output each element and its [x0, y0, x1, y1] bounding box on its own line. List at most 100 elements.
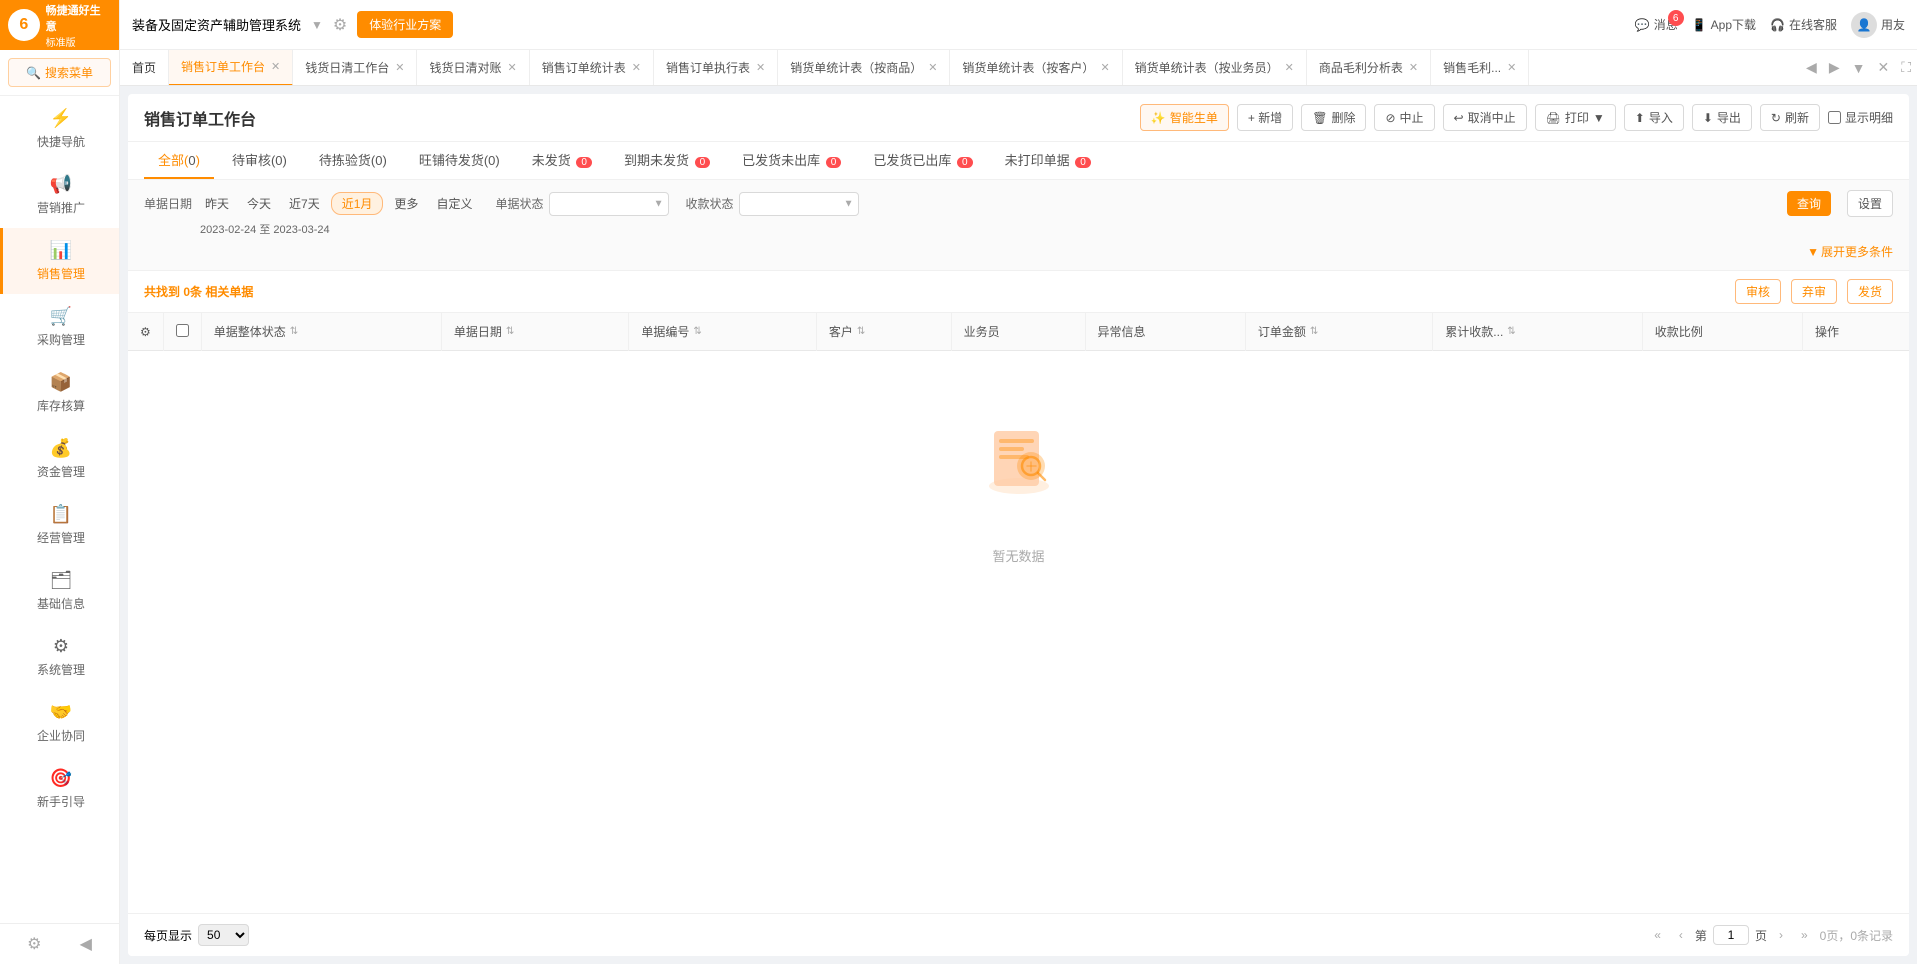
table-col-checkbox[interactable] [163, 313, 201, 351]
tab-close-sales-execution[interactable]: ✕ [756, 61, 765, 74]
sidebar-search-button[interactable]: 🔍 搜索菜单 [8, 58, 111, 87]
page-size-select[interactable]: 50 10 20 100 [198, 924, 249, 946]
send-goods-button[interactable]: 发货 [1847, 279, 1893, 304]
tab-reconciliation[interactable]: 钱货日清对账 ✕ [417, 50, 529, 86]
sidebar-item-system[interactable]: ⚙ 系统管理 [0, 624, 119, 690]
subtab-shipped-not-warehoused[interactable]: 已发货未出库 0 [728, 142, 855, 179]
sidebar-settings-button[interactable]: ⚙ [27, 934, 41, 954]
print-button[interactable]: 🖨 打印 ▼ [1535, 104, 1616, 131]
date-btn-7days[interactable]: 近7天 [282, 192, 327, 215]
next-page-button[interactable]: › [1773, 926, 1789, 944]
date-btn-custom[interactable]: 自定义 [429, 192, 479, 215]
sidebar-item-inventory[interactable]: 📦 库存核算 [0, 360, 119, 426]
tab-close-sales-stats[interactable]: ✕ [632, 61, 641, 74]
subtab-all[interactable]: 全部(0) [144, 142, 214, 179]
tab-close-cash-daily[interactable]: ✕ [395, 61, 404, 74]
col-sort-status[interactable]: 单据整体状态 [214, 323, 429, 340]
add-button[interactable]: + 新增 [1237, 104, 1293, 131]
subtab-pending-pick[interactable]: 待拣验货(0) [305, 142, 401, 179]
stop-button[interactable]: ⊘ 中止 [1374, 104, 1434, 131]
subtab-not-printed[interactable]: 未打印单据 0 [991, 142, 1105, 179]
status-select[interactable] [549, 192, 669, 216]
col-sort-customer[interactable]: 客户 [829, 323, 939, 340]
tab-sales-order-workbench[interactable]: 销售订单工作台 ✕ [169, 50, 293, 86]
delete-button[interactable]: 🗑 删除 [1301, 104, 1366, 131]
prev-page-button[interactable]: ‹ [1673, 926, 1689, 944]
refresh-button[interactable]: ↻ 刷新 [1760, 104, 1820, 131]
first-page-button[interactable]: « [1648, 926, 1667, 944]
tab-close-reconciliation[interactable]: ✕ [508, 61, 517, 74]
col-sort-number[interactable]: 单据编号 [641, 323, 803, 340]
subtab-wangpu-pending[interactable]: 旺铺待发货(0) [405, 142, 514, 179]
sidebar-item-guide[interactable]: 🎯 新手引导 [0, 756, 119, 822]
sidebar-item-marketing[interactable]: 📢 营销推广 [0, 162, 119, 228]
col-sort-amount[interactable]: 订单金额 [1258, 323, 1420, 340]
tab-close-sales-profit[interactable]: ✕ [1507, 61, 1516, 74]
show-detail-input[interactable] [1828, 111, 1841, 124]
filter-settings-button[interactable]: 设置 [1847, 190, 1893, 217]
last-page-button[interactable]: » [1795, 926, 1814, 944]
tab-sales-stats[interactable]: 销售订单统计表 ✕ [530, 50, 654, 86]
col-sort-date[interactable]: 单据日期 [454, 323, 616, 340]
subtab-shipped-warehoused[interactable]: 已发货已出库 0 [859, 142, 986, 179]
export-button[interactable]: ⬇ 导出 [1692, 104, 1752, 131]
audit-button[interactable]: 审核 [1735, 279, 1781, 304]
tab-home[interactable]: 首页 [120, 50, 169, 86]
tab-sales-by-customer[interactable]: 销货单统计表（按客户） ✕ [950, 50, 1122, 86]
tab-profit-analysis[interactable]: 商品毛利分析表 ✕ [1307, 50, 1431, 86]
tab-sales-by-product[interactable]: 销货单统计表（按商品） ✕ [778, 50, 950, 86]
expand-filter-button[interactable]: ▼ 展开更多条件 [1807, 243, 1893, 260]
topbar-settings-icon[interactable]: ⚙ [333, 15, 347, 35]
sidebar-item-purchase[interactable]: 🛒 采购管理 [0, 294, 119, 360]
show-detail-checkbox[interactable]: 显示明细 [1828, 109, 1893, 126]
tab-sales-profit[interactable]: 销售毛利... ✕ [1431, 50, 1529, 86]
inventory-icon: 📦 [50, 372, 72, 393]
tab-sales-execution[interactable]: 销售订单执行表 ✕ [654, 50, 778, 86]
industry-solution-button[interactable]: 体验行业方案 [357, 11, 453, 38]
date-btn-today[interactable]: 今天 [240, 192, 278, 215]
tab-scroll-left[interactable]: ◀ [1800, 50, 1823, 86]
sidebar-item-operations[interactable]: 📋 经营管理 [0, 492, 119, 558]
query-button[interactable]: 查询 [1787, 191, 1831, 216]
table-col-settings[interactable]: ⚙ [128, 313, 163, 351]
sidebar-item-finance[interactable]: 💰 资金管理 [0, 426, 119, 492]
tab-close-sales-by-customer[interactable]: ✕ [1100, 61, 1109, 74]
subtab-overdue-not-shipped[interactable]: 到期未发货 0 [610, 142, 724, 179]
tab-fullscreen[interactable]: ⛶ [1895, 50, 1917, 86]
tab-sales-by-salesman[interactable]: 销货单统计表（按业务员） ✕ [1123, 50, 1307, 86]
cancel-audit-button[interactable]: 弃审 [1791, 279, 1837, 304]
tab-close-sales-order[interactable]: ✕ [271, 60, 280, 73]
sidebar-item-collab[interactable]: 🤝 企业协同 [0, 690, 119, 756]
date-btn-1month[interactable]: 近1月 [331, 192, 384, 215]
select-all-checkbox[interactable] [176, 324, 189, 337]
tab-close-sales-by-salesman[interactable]: ✕ [1285, 61, 1294, 74]
subtab-not-shipped[interactable]: 未发货 0 [518, 142, 606, 179]
ai-generate-button[interactable]: ✨ 智能生单 [1140, 104, 1229, 131]
tab-more-menu[interactable]: ▼ [1846, 50, 1872, 86]
tab-close-profit-analysis[interactable]: ✕ [1409, 61, 1418, 74]
tab-cash-daily-workbench[interactable]: 钱货日清工作台 ✕ [293, 50, 417, 86]
sidebar-item-basic-info[interactable]: 🗂 基础信息 [0, 558, 119, 624]
sidebar-search-area: 🔍 搜索菜单 [0, 50, 119, 96]
import-button[interactable]: ⬆ 导入 [1624, 104, 1684, 131]
table-col-customer: 客户 [816, 313, 951, 351]
tab-scroll-right[interactable]: ▶ [1823, 50, 1846, 86]
tab-close-sales-by-product[interactable]: ✕ [928, 61, 937, 74]
date-btn-more[interactable]: 更多 [387, 192, 425, 215]
sidebar-item-quick-nav[interactable]: ⚡ 快捷导航 [0, 96, 119, 162]
online-service-button[interactable]: 🎧 在线客服 [1770, 16, 1837, 33]
user-menu[interactable]: 👤 用友 [1851, 12, 1905, 38]
star-icon: ✨ [1151, 111, 1166, 125]
sidebar-collapse-button[interactable]: ◀ [80, 934, 92, 954]
tab-close-all[interactable]: ✕ [1871, 50, 1895, 86]
page-number-input[interactable] [1713, 925, 1749, 945]
sidebar-item-sales[interactable]: 📊 销售管理 [0, 228, 119, 294]
cancel-stop-button[interactable]: ↩ 取消中止 [1443, 104, 1527, 131]
app-download-button[interactable]: 📱 App下载 [1692, 16, 1756, 33]
message-button[interactable]: 💬 消息 6 [1635, 16, 1678, 33]
subtab-pending-review[interactable]: 待审核(0) [218, 142, 301, 179]
date-btn-yesterday[interactable]: 昨天 [198, 192, 236, 215]
payment-select[interactable] [739, 192, 859, 216]
topbar-dropdown-icon[interactable]: ▼ [311, 18, 323, 32]
col-sort-cumulative[interactable]: 累计收款... [1445, 323, 1629, 340]
